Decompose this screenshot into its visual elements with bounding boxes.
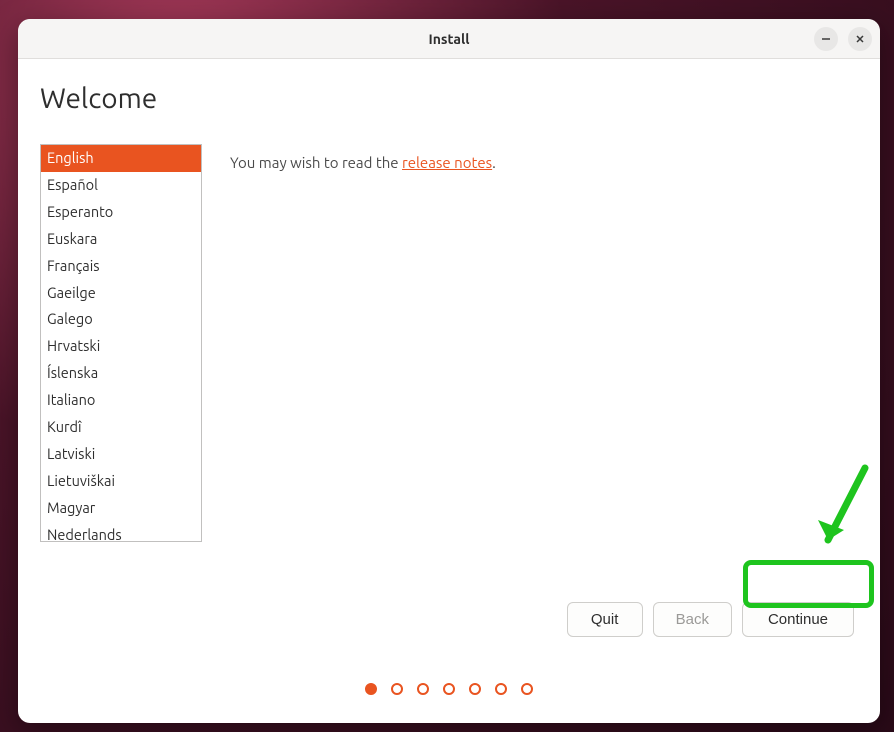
language-option[interactable]: Nederlands	[41, 522, 201, 542]
close-button[interactable]	[848, 27, 872, 51]
info-text: You may wish to read the release notes.	[230, 144, 496, 588]
language-option[interactable]: Magyar	[41, 495, 201, 522]
progress-dot	[365, 683, 377, 695]
quit-button[interactable]: Quit	[567, 602, 643, 637]
language-list[interactable]: EnglishEspañolEsperantoEuskaraFrançaisGa…	[40, 144, 202, 542]
page-heading: Welcome	[40, 83, 858, 114]
language-option[interactable]: Latviski	[41, 441, 201, 468]
installer-window: Install Welcome EnglishEspañolEsperantoE…	[18, 19, 880, 723]
release-notes-link[interactable]: release notes	[402, 154, 492, 171]
window-title: Install	[429, 31, 470, 47]
language-option[interactable]: Lietuviškai	[41, 468, 201, 495]
info-suffix: .	[492, 154, 496, 171]
progress-dot	[417, 683, 429, 695]
continue-button[interactable]: Continue	[742, 602, 854, 637]
button-row: Quit Back Continue	[40, 602, 858, 637]
main-area: EnglishEspañolEsperantoEuskaraFrançaisGa…	[40, 144, 858, 588]
language-option[interactable]: English	[41, 145, 201, 172]
progress-dots	[40, 683, 858, 695]
content-area: Welcome EnglishEspañolEsperantoEuskaraFr…	[18, 59, 880, 723]
titlebar: Install	[18, 19, 880, 59]
language-option[interactable]: Galego	[41, 306, 201, 333]
language-option[interactable]: Hrvatski	[41, 333, 201, 360]
info-prefix: You may wish to read the	[230, 154, 402, 171]
language-option[interactable]: Français	[41, 253, 201, 280]
window-controls	[814, 27, 872, 51]
back-button: Back	[653, 602, 732, 637]
language-option[interactable]: Kurdî	[41, 414, 201, 441]
language-option[interactable]: Italiano	[41, 387, 201, 414]
minimize-icon	[821, 34, 831, 44]
progress-dot	[391, 683, 403, 695]
language-option[interactable]: Íslenska	[41, 360, 201, 387]
minimize-button[interactable]	[814, 27, 838, 51]
language-option[interactable]: Esperanto	[41, 199, 201, 226]
progress-dot	[521, 683, 533, 695]
language-option[interactable]: Español	[41, 172, 201, 199]
language-option[interactable]: Euskara	[41, 226, 201, 253]
progress-dot	[469, 683, 481, 695]
language-option[interactable]: Gaeilge	[41, 280, 201, 307]
progress-dot	[495, 683, 507, 695]
progress-dot	[443, 683, 455, 695]
close-icon	[855, 34, 865, 44]
